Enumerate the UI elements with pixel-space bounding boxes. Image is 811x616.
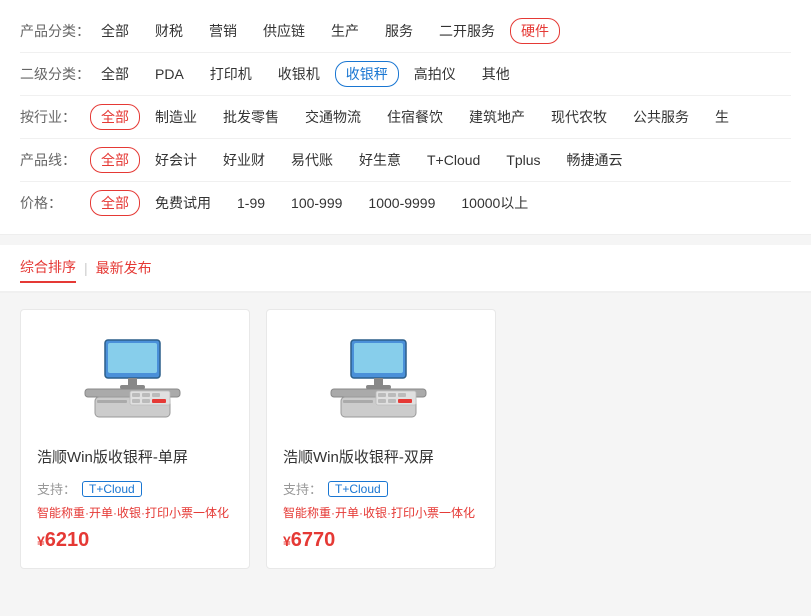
filter-item[interactable]: 公共服务: [622, 104, 700, 130]
filter-items-product-line: 全部好会计好业财易代账好生意T+CloudTplus畅捷通云: [90, 147, 634, 173]
filter-item[interactable]: 批发零售: [212, 104, 290, 130]
filter-item[interactable]: 制造业: [144, 104, 208, 130]
filter-item[interactable]: 生产: [320, 18, 370, 44]
filter-item[interactable]: 硬件: [510, 18, 560, 44]
sort-bar: 综合排序 | 最新发布: [0, 245, 811, 293]
support-tag[interactable]: T+Cloud: [328, 481, 388, 497]
product-card[interactable]: 浩顺Win版收银秤-单屏 支持： T+Cloud 智能称重·开单·收银·打印小票…: [20, 309, 250, 569]
product-name: 浩顺Win版收银秤-单屏: [37, 446, 233, 467]
product-image: [283, 330, 479, 430]
filter-item[interactable]: 其他: [471, 61, 521, 87]
sort-divider: |: [84, 260, 88, 276]
filter-item[interactable]: 好生意: [348, 147, 412, 173]
filter-item[interactable]: 供应链: [252, 18, 316, 44]
filter-row-product-line: 产品线： 全部好会计好业财易代账好生意T+CloudTplus畅捷通云: [20, 139, 791, 182]
filter-item[interactable]: 营销: [198, 18, 248, 44]
product-grid: 浩顺Win版收银秤-单屏 支持： T+Cloud 智能称重·开单·收银·打印小票…: [0, 293, 811, 585]
support-label: 支持：: [37, 479, 76, 498]
support-label: 支持：: [283, 479, 322, 498]
filter-row-product-category: 产品分类： 全部财税营销供应链生产服务二开服务硬件: [20, 10, 791, 53]
filter-item[interactable]: PDA: [144, 63, 195, 85]
filter-items-sub-category: 全部PDA打印机收银机收银秤高拍仪其他: [90, 61, 521, 87]
product-support: 支持： T+Cloud: [37, 479, 233, 498]
filter-item[interactable]: T+Cloud: [416, 149, 491, 171]
product-desc: 智能称重·开单·收银·打印小票一体化: [283, 504, 479, 521]
filter-item[interactable]: Tplus: [495, 149, 551, 171]
product-desc: 智能称重·开单·收银·打印小票一体化: [37, 504, 233, 521]
product-name: 浩顺Win版收银秤-双屏: [283, 446, 479, 467]
filter-item[interactable]: 住宿餐饮: [376, 104, 454, 130]
filter-row-industry: 按行业： 全部制造业批发零售交通物流住宿餐饮建筑地产现代农牧公共服务生: [20, 96, 791, 139]
price-symbol: ¥: [283, 533, 291, 549]
filter-item[interactable]: 生: [704, 104, 740, 130]
filter-item[interactable]: 服务: [374, 18, 424, 44]
filter-item[interactable]: 全部: [90, 147, 140, 173]
filter-item[interactable]: 好会计: [144, 147, 208, 173]
filter-item[interactable]: 10000以上: [450, 190, 539, 216]
filter-label-price: 价格：: [20, 193, 90, 213]
filter-item[interactable]: 好业财: [212, 147, 276, 173]
filter-item[interactable]: 全部: [90, 104, 140, 130]
filter-items-price: 全部免费试用1-99100-9991000-999910000以上: [90, 190, 539, 216]
filter-item[interactable]: 易代账: [280, 147, 344, 173]
sort-item[interactable]: 综合排序: [20, 253, 76, 283]
filter-item[interactable]: 全部: [90, 18, 140, 44]
product-card[interactable]: 浩顺Win版收银秤-双屏 支持： T+Cloud 智能称重·开单·收银·打印小票…: [266, 309, 496, 569]
filter-item[interactable]: 1-99: [226, 192, 276, 214]
product-price: ¥6210: [37, 529, 233, 552]
filter-item[interactable]: 免费试用: [144, 190, 222, 216]
filter-items-product-category: 全部财税营销供应链生产服务二开服务硬件: [90, 18, 560, 44]
filter-item[interactable]: 高拍仪: [403, 61, 467, 87]
filter-item[interactable]: 全部: [90, 190, 140, 216]
filter-label-product-category: 产品分类：: [20, 21, 90, 41]
filter-section: 产品分类： 全部财税营销供应链生产服务二开服务硬件 二级分类： 全部PDA打印机…: [0, 0, 811, 235]
product-price: ¥6770: [283, 529, 479, 552]
filter-items-industry: 全部制造业批发零售交通物流住宿餐饮建筑地产现代农牧公共服务生: [90, 104, 740, 130]
filter-item[interactable]: 畅捷通云: [556, 147, 634, 173]
filter-item[interactable]: 建筑地产: [458, 104, 536, 130]
filter-item[interactable]: 收银机: [267, 61, 331, 87]
filter-item[interactable]: 交通物流: [294, 104, 372, 130]
sort-item[interactable]: 最新发布: [96, 254, 152, 282]
support-tag[interactable]: T+Cloud: [82, 481, 142, 497]
product-support: 支持： T+Cloud: [283, 479, 479, 498]
filter-item[interactable]: 全部: [90, 61, 140, 87]
filter-item[interactable]: 收银秤: [335, 61, 399, 87]
filter-item[interactable]: 财税: [144, 18, 194, 44]
filter-item[interactable]: 打印机: [199, 61, 263, 87]
filter-row-price: 价格： 全部免费试用1-99100-9991000-999910000以上: [20, 182, 791, 224]
price-symbol: ¥: [37, 533, 45, 549]
filter-label-industry: 按行业：: [20, 107, 90, 127]
filter-item[interactable]: 1000-9999: [357, 192, 446, 214]
filter-item[interactable]: 100-999: [280, 192, 353, 214]
filter-row-sub-category: 二级分类： 全部PDA打印机收银机收银秤高拍仪其他: [20, 53, 791, 96]
product-image: [37, 330, 233, 430]
filter-label-product-line: 产品线：: [20, 150, 90, 170]
filter-item[interactable]: 现代农牧: [540, 104, 618, 130]
filter-label-sub-category: 二级分类：: [20, 64, 90, 84]
filter-item[interactable]: 二开服务: [428, 18, 506, 44]
